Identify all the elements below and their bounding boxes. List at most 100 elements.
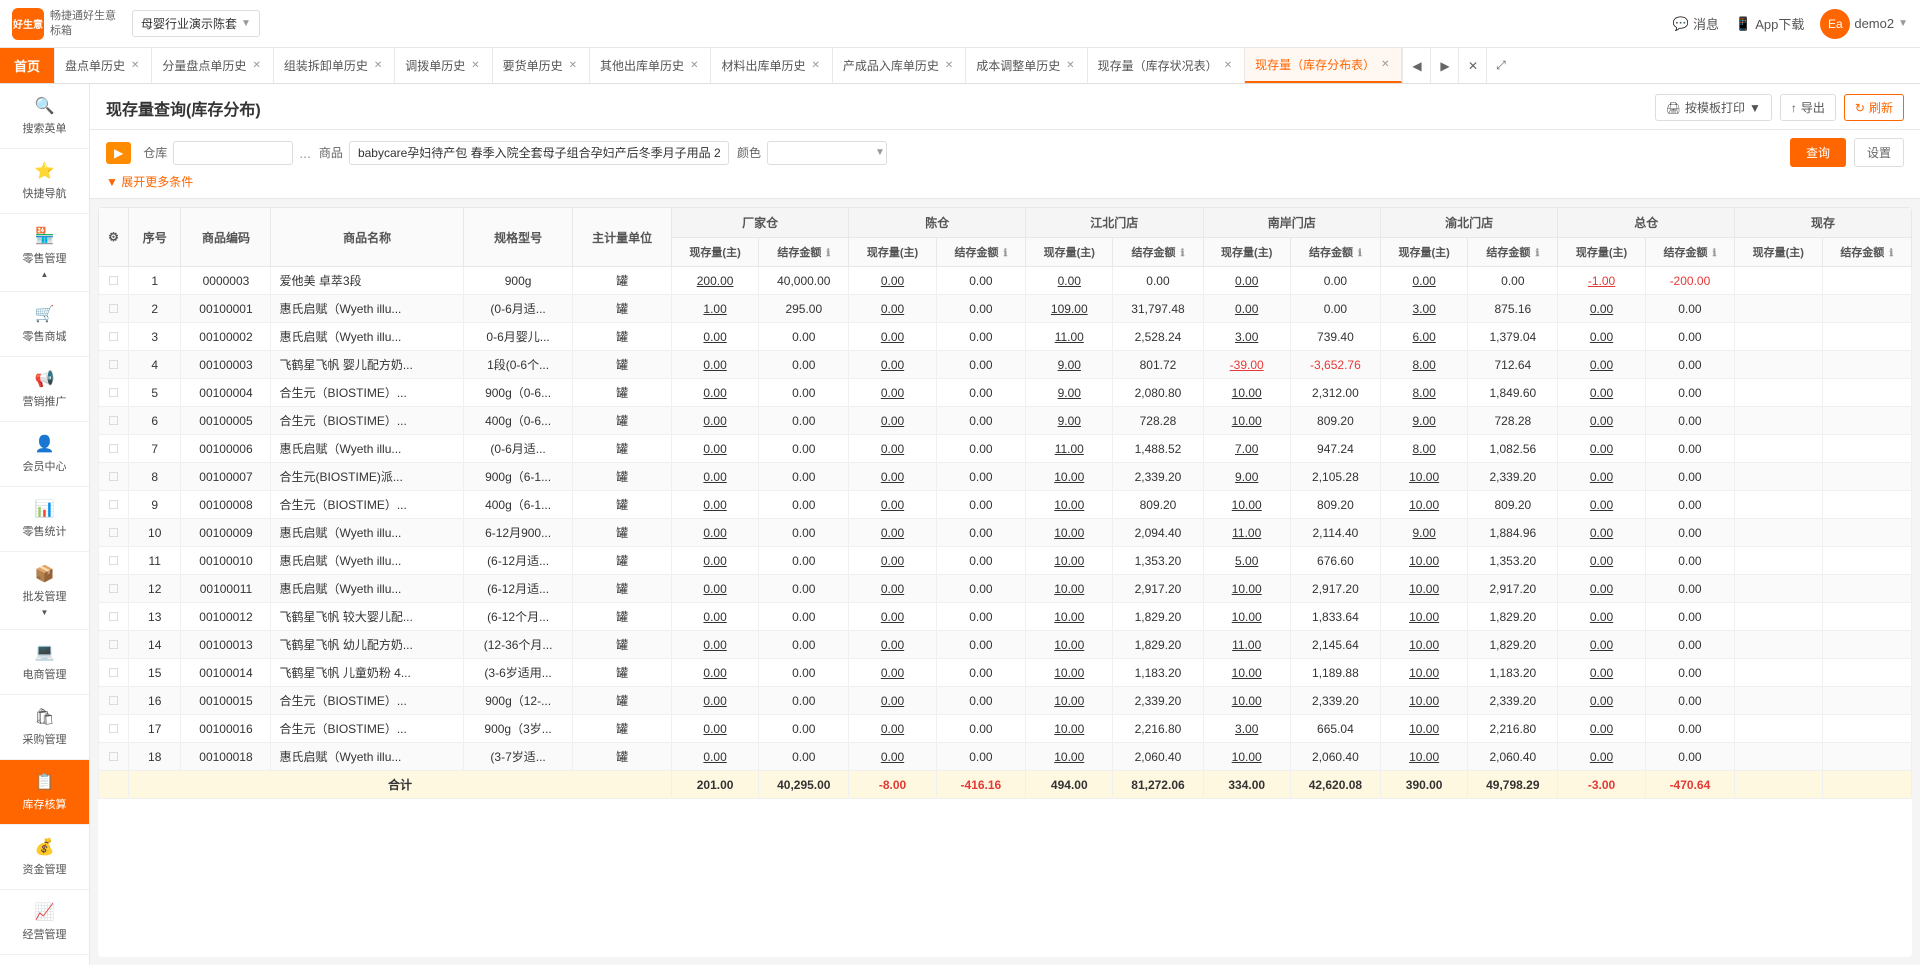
info-icon[interactable]: ℹ bbox=[1358, 248, 1362, 259]
warehouse-input[interactable] bbox=[173, 141, 293, 165]
col-settings-cell[interactable]: ☐ bbox=[99, 603, 129, 631]
total-stock[interactable]: 0.00 bbox=[1558, 659, 1645, 687]
info-icon[interactable]: ℹ bbox=[1713, 248, 1717, 259]
sidebar-item-basic[interactable]: 📁 基础信息 bbox=[0, 955, 89, 965]
chenlan-stock[interactable]: 0.00 bbox=[849, 491, 936, 519]
info-icon[interactable]: ℹ bbox=[1535, 248, 1539, 259]
total-stock[interactable]: 0.00 bbox=[1558, 351, 1645, 379]
factory-stock[interactable]: 0.00 bbox=[671, 323, 758, 351]
sidebar-item-wholesale[interactable]: 📦 批发管理 ▼ bbox=[0, 552, 89, 630]
factory-stock[interactable]: 0.00 bbox=[671, 351, 758, 379]
factory-stock[interactable]: 0.00 bbox=[671, 631, 758, 659]
col-settings-cell[interactable]: ☐ bbox=[99, 407, 129, 435]
jiangbei-stock[interactable]: 10.00 bbox=[1026, 603, 1113, 631]
sidebar-item-inventory[interactable]: 📋 库存核算 bbox=[0, 760, 89, 825]
yubei-stock[interactable]: 6.00 bbox=[1380, 323, 1467, 351]
nanan-stock[interactable]: 10.00 bbox=[1203, 603, 1290, 631]
factory-stock[interactable]: 1.00 bbox=[671, 295, 758, 323]
col-settings-cell[interactable]: ☐ bbox=[99, 323, 129, 351]
factory-stock[interactable]: 0.00 bbox=[671, 491, 758, 519]
total-stock[interactable]: 0.00 bbox=[1558, 547, 1645, 575]
factory-stock[interactable]: 0.00 bbox=[671, 463, 758, 491]
yubei-stock[interactable]: 9.00 bbox=[1380, 519, 1467, 547]
chenlan-stock[interactable]: 0.00 bbox=[849, 407, 936, 435]
jiangbei-stock[interactable]: 10.00 bbox=[1026, 491, 1113, 519]
chenlan-stock[interactable]: 0.00 bbox=[849, 631, 936, 659]
factory-stock[interactable]: 0.00 bbox=[671, 603, 758, 631]
sidebar-item-retail-store[interactable]: 🛒 零售商城 bbox=[0, 292, 89, 357]
jiangbei-stock[interactable]: 10.00 bbox=[1026, 575, 1113, 603]
info-icon[interactable]: ℹ bbox=[1181, 248, 1185, 259]
tab-close-icon[interactable]: ✕ bbox=[250, 58, 262, 73]
ellipsis-icon[interactable]: ... bbox=[299, 145, 311, 161]
tab-inventory-count[interactable]: 盘点单历史 ✕ bbox=[55, 48, 152, 83]
batch-print-btn[interactable]: 🖨 按模板打印 ▼ bbox=[1655, 94, 1772, 121]
tab-product-inbound[interactable]: 产成品入库单历史 ✕ bbox=[833, 48, 966, 83]
factory-stock[interactable]: 0.00 bbox=[671, 687, 758, 715]
col-settings-header[interactable]: ⚙ bbox=[99, 208, 129, 267]
tab-close-icon[interactable]: ✕ bbox=[372, 58, 384, 73]
col-settings-cell[interactable]: ☐ bbox=[99, 351, 129, 379]
refresh-btn[interactable]: ↻ 刷新 bbox=[1844, 94, 1904, 121]
yubei-stock[interactable]: 8.00 bbox=[1380, 351, 1467, 379]
tab-close-icon[interactable]: ✕ bbox=[688, 58, 700, 73]
jiangbei-stock[interactable]: 10.00 bbox=[1026, 743, 1113, 771]
chenlan-stock[interactable]: 0.00 bbox=[849, 715, 936, 743]
tab-assembly[interactable]: 组装拆卸单历史 ✕ bbox=[274, 48, 395, 83]
col-settings-cell[interactable]: ☐ bbox=[99, 267, 129, 295]
total-stock[interactable]: 0.00 bbox=[1558, 687, 1645, 715]
yubei-stock[interactable]: 10.00 bbox=[1380, 687, 1467, 715]
tab-close-icon[interactable]: ✕ bbox=[469, 58, 481, 73]
sidebar-item-ecom[interactable]: 💻 电商管理 bbox=[0, 630, 89, 695]
jiangbei-stock[interactable]: 10.00 bbox=[1026, 715, 1113, 743]
app-download-btn[interactable]: 📱 App下载 bbox=[1735, 14, 1804, 33]
yubei-stock[interactable]: 10.00 bbox=[1380, 491, 1467, 519]
total-stock[interactable]: 0.00 bbox=[1558, 379, 1645, 407]
chenlan-stock[interactable]: 0.00 bbox=[849, 463, 936, 491]
factory-stock[interactable]: 0.00 bbox=[671, 547, 758, 575]
setting-btn[interactable]: 设置 bbox=[1854, 138, 1904, 167]
yubei-stock[interactable]: 10.00 bbox=[1380, 715, 1467, 743]
factory-stock[interactable]: 0.00 bbox=[671, 575, 758, 603]
nanan-stock[interactable]: 10.00 bbox=[1203, 407, 1290, 435]
jiangbei-stock[interactable]: 10.00 bbox=[1026, 519, 1113, 547]
info-icon[interactable]: ℹ bbox=[1889, 248, 1893, 259]
factory-stock[interactable]: 0.00 bbox=[671, 743, 758, 771]
yubei-stock[interactable]: 8.00 bbox=[1380, 435, 1467, 463]
total-stock[interactable]: 0.00 bbox=[1558, 603, 1645, 631]
col-settings-cell[interactable]: ☐ bbox=[99, 379, 129, 407]
total-stock[interactable]: 0.00 bbox=[1558, 407, 1645, 435]
tab-close-icon[interactable]: ✕ bbox=[1222, 58, 1234, 73]
sidebar-item-ops[interactable]: 📈 经营管理 bbox=[0, 890, 89, 955]
industry-selector[interactable]: 母婴行业演示陈套 ▼ bbox=[132, 10, 260, 37]
info-icon[interactable]: ℹ bbox=[826, 248, 830, 259]
tab-close-icon[interactable]: ✕ bbox=[1379, 57, 1391, 72]
tab-next-btn[interactable]: ▶ bbox=[1430, 48, 1458, 83]
nanan-stock[interactable]: 10.00 bbox=[1203, 687, 1290, 715]
tab-stock-dist[interactable]: 现存量（库存分布表） ✕ bbox=[1245, 48, 1402, 83]
tab-close-icon[interactable]: ✕ bbox=[809, 58, 821, 73]
factory-stock[interactable]: 0.00 bbox=[671, 435, 758, 463]
yubei-stock[interactable]: 10.00 bbox=[1380, 743, 1467, 771]
yubei-stock[interactable]: 10.00 bbox=[1380, 463, 1467, 491]
nanan-stock[interactable]: 0.00 bbox=[1203, 267, 1290, 295]
nanan-stock[interactable]: 10.00 bbox=[1203, 743, 1290, 771]
chenlan-stock[interactable]: 0.00 bbox=[849, 435, 936, 463]
tab-close-icon[interactable]: ✕ bbox=[943, 58, 955, 73]
nanan-stock[interactable]: 10.00 bbox=[1203, 575, 1290, 603]
jiangbei-stock[interactable]: 9.00 bbox=[1026, 379, 1113, 407]
sidebar-item-purchase[interactable]: 🛍 采购管理 bbox=[0, 695, 89, 760]
sidebar-item-retail-mgmt[interactable]: 🏪 零售管理 ▲ bbox=[0, 214, 89, 292]
nanan-stock[interactable]: 10.00 bbox=[1203, 379, 1290, 407]
nanan-stock[interactable]: 11.00 bbox=[1203, 519, 1290, 547]
nanan-stock[interactable]: 0.00 bbox=[1203, 295, 1290, 323]
sidebar-item-marketing[interactable]: 📢 营销推广 bbox=[0, 357, 89, 422]
col-settings-cell[interactable]: ☐ bbox=[99, 575, 129, 603]
nanan-stock[interactable]: 10.00 bbox=[1203, 659, 1290, 687]
tab-close-all-btn[interactable]: ✕ bbox=[1458, 48, 1486, 83]
factory-stock[interactable]: 0.00 bbox=[671, 407, 758, 435]
tab-other-outbound[interactable]: 其他出库单历史 ✕ bbox=[590, 48, 711, 83]
jiangbei-stock[interactable]: 10.00 bbox=[1026, 659, 1113, 687]
expand-more-btn[interactable]: ▼ 展开更多条件 bbox=[106, 173, 193, 190]
col-settings-cell[interactable]: ☐ bbox=[99, 519, 129, 547]
